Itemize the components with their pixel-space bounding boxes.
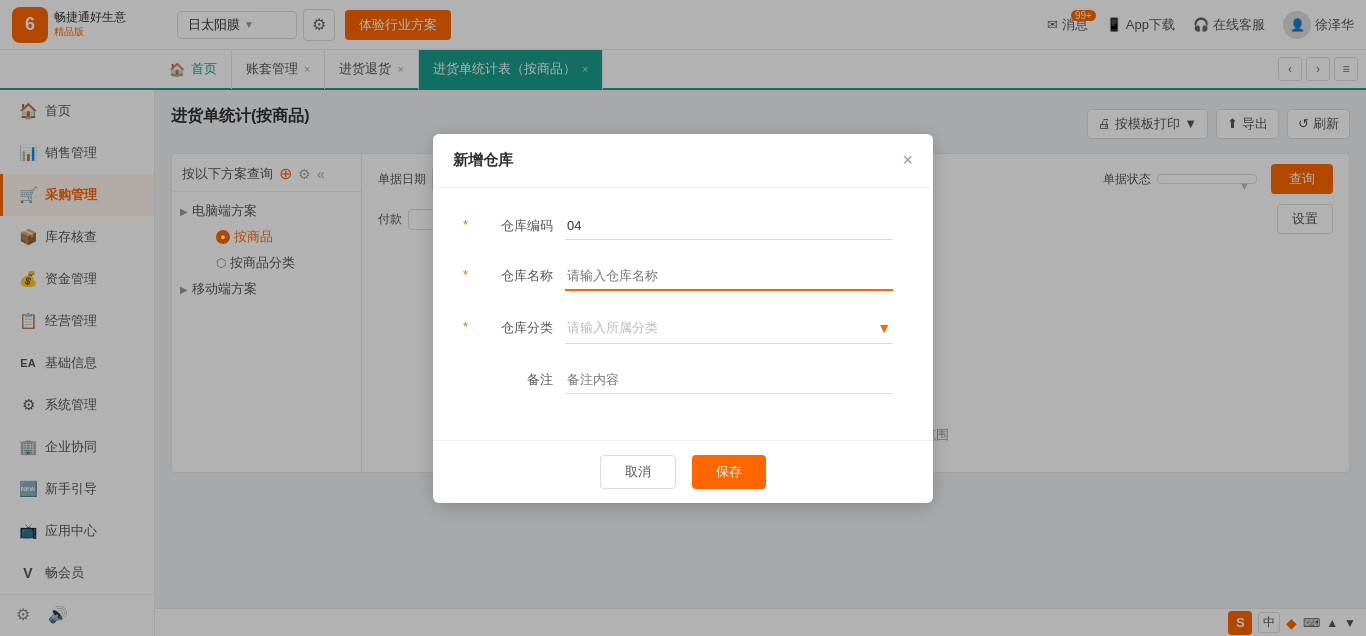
form-row-name: 仓库名称: [473, 262, 893, 291]
cancel-button[interactable]: 取消: [600, 455, 676, 489]
name-label: 仓库名称: [473, 267, 553, 285]
new-warehouse-dialog: 新增仓库 × 仓库编码 仓库名称 仓库分类 请输入所属分类 ▼ 备注: [433, 134, 933, 503]
dialog-overlay: 新增仓库 × 仓库编码 仓库名称 仓库分类 请输入所属分类 ▼ 备注: [0, 0, 1366, 636]
code-label: 仓库编码: [473, 217, 553, 235]
category-label: 仓库分类: [473, 319, 553, 337]
remark-label: 备注: [473, 371, 553, 389]
category-select[interactable]: 请输入所属分类 ▼: [565, 313, 893, 344]
dialog-close-button[interactable]: ×: [902, 150, 913, 171]
save-button[interactable]: 保存: [692, 455, 766, 489]
code-input[interactable]: [565, 212, 893, 240]
form-row-remark: 备注: [473, 366, 893, 394]
remark-input[interactable]: [565, 366, 893, 394]
dialog-header: 新增仓库 ×: [433, 134, 933, 188]
dialog-footer: 取消 保存: [433, 440, 933, 503]
dialog-title: 新增仓库: [453, 151, 513, 170]
form-row-code: 仓库编码: [473, 212, 893, 240]
category-dropdown-icon: ▼: [877, 320, 891, 336]
dialog-body: 仓库编码 仓库名称 仓库分类 请输入所属分类 ▼ 备注: [433, 188, 933, 440]
form-row-category: 仓库分类 请输入所属分类 ▼: [473, 313, 893, 344]
category-placeholder: 请输入所属分类: [567, 319, 658, 337]
name-input[interactable]: [565, 262, 893, 291]
